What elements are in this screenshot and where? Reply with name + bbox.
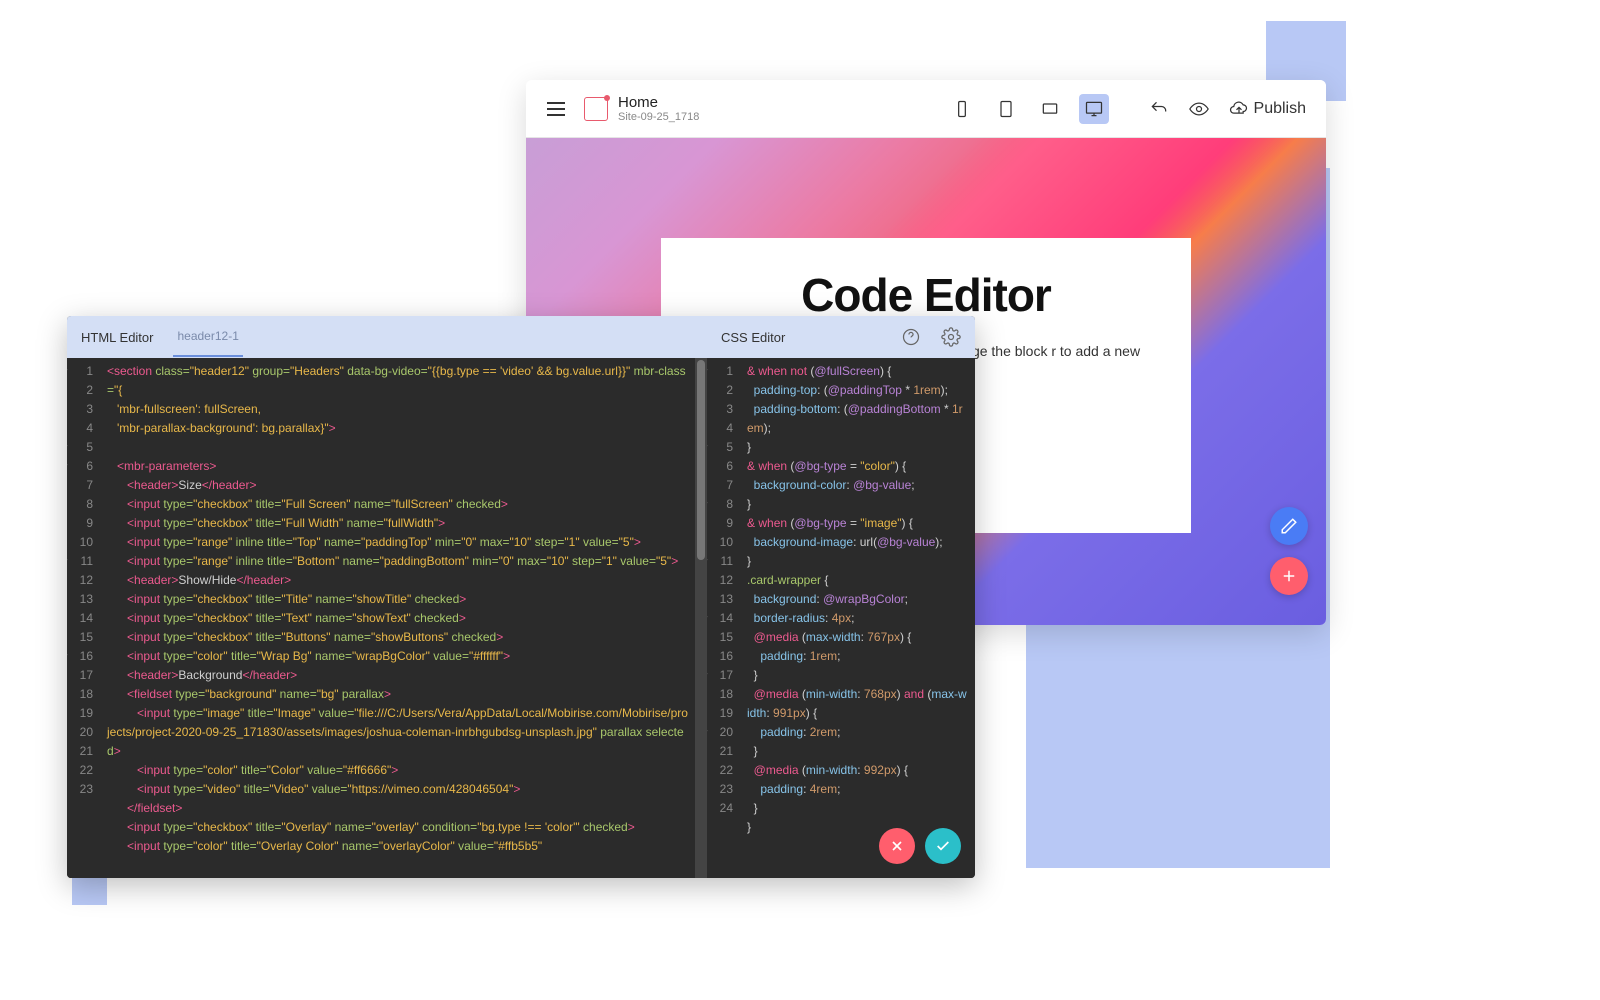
html-editor-tab[interactable]: header12-1 — [173, 317, 242, 357]
device-switcher — [947, 94, 1109, 124]
device-mobile-icon[interactable] — [947, 94, 977, 124]
device-tablet-icon[interactable] — [991, 94, 1021, 124]
css-editor-label: CSS Editor — [721, 330, 785, 345]
code-editor-window: HTML Editor header12-1 12345678910111213… — [67, 316, 975, 878]
html-source[interactable]: <section class="header12" group="Headers… — [101, 358, 695, 878]
help-icon[interactable] — [901, 327, 921, 347]
html-code-area[interactable]: 1234567891011121314151617181920212223 <s… — [67, 358, 707, 878]
page-title: Home — [618, 94, 947, 111]
publish-button[interactable]: Publish — [1229, 99, 1306, 119]
css-source[interactable]: & when not (@fullScreen) { padding-top: … — [741, 358, 975, 878]
undo-button[interactable] — [1149, 99, 1169, 119]
add-fab-button[interactable] — [1270, 557, 1308, 595]
builder-topbar: Home Site-09-25_1718 Publish — [526, 80, 1326, 138]
cancel-button[interactable] — [879, 828, 915, 864]
device-laptop-icon[interactable] — [1035, 94, 1065, 124]
html-line-gutter: 1234567891011121314151617181920212223 — [67, 358, 101, 878]
site-name: Site-09-25_1718 — [618, 111, 947, 123]
html-pane-header: HTML Editor header12-1 — [67, 316, 707, 358]
gear-icon[interactable] — [941, 327, 961, 347]
topbar-actions: Publish — [1149, 99, 1306, 119]
page-title-block[interactable]: Home Site-09-25_1718 — [618, 94, 947, 123]
html-editor-label: HTML Editor — [81, 330, 153, 345]
edit-fab-button[interactable] — [1270, 507, 1308, 545]
scrollbar[interactable] — [695, 358, 707, 878]
css-editor-pane: CSS Editor 12345678910111213141516171819… — [707, 316, 975, 878]
card-heading: Code Editor — [706, 268, 1146, 322]
css-code-area[interactable]: 123456789101112131415161718192021222324 … — [707, 358, 975, 878]
confirm-button[interactable] — [925, 828, 961, 864]
app-icon — [584, 97, 608, 121]
editor-action-buttons — [879, 828, 961, 864]
css-pane-header: CSS Editor — [707, 316, 975, 358]
preview-button[interactable] — [1189, 99, 1209, 119]
hamburger-menu-icon[interactable] — [536, 89, 576, 129]
html-editor-pane: HTML Editor header12-1 12345678910111213… — [67, 316, 707, 878]
css-line-gutter: 123456789101112131415161718192021222324 — [707, 358, 741, 878]
device-desktop-icon[interactable] — [1079, 94, 1109, 124]
